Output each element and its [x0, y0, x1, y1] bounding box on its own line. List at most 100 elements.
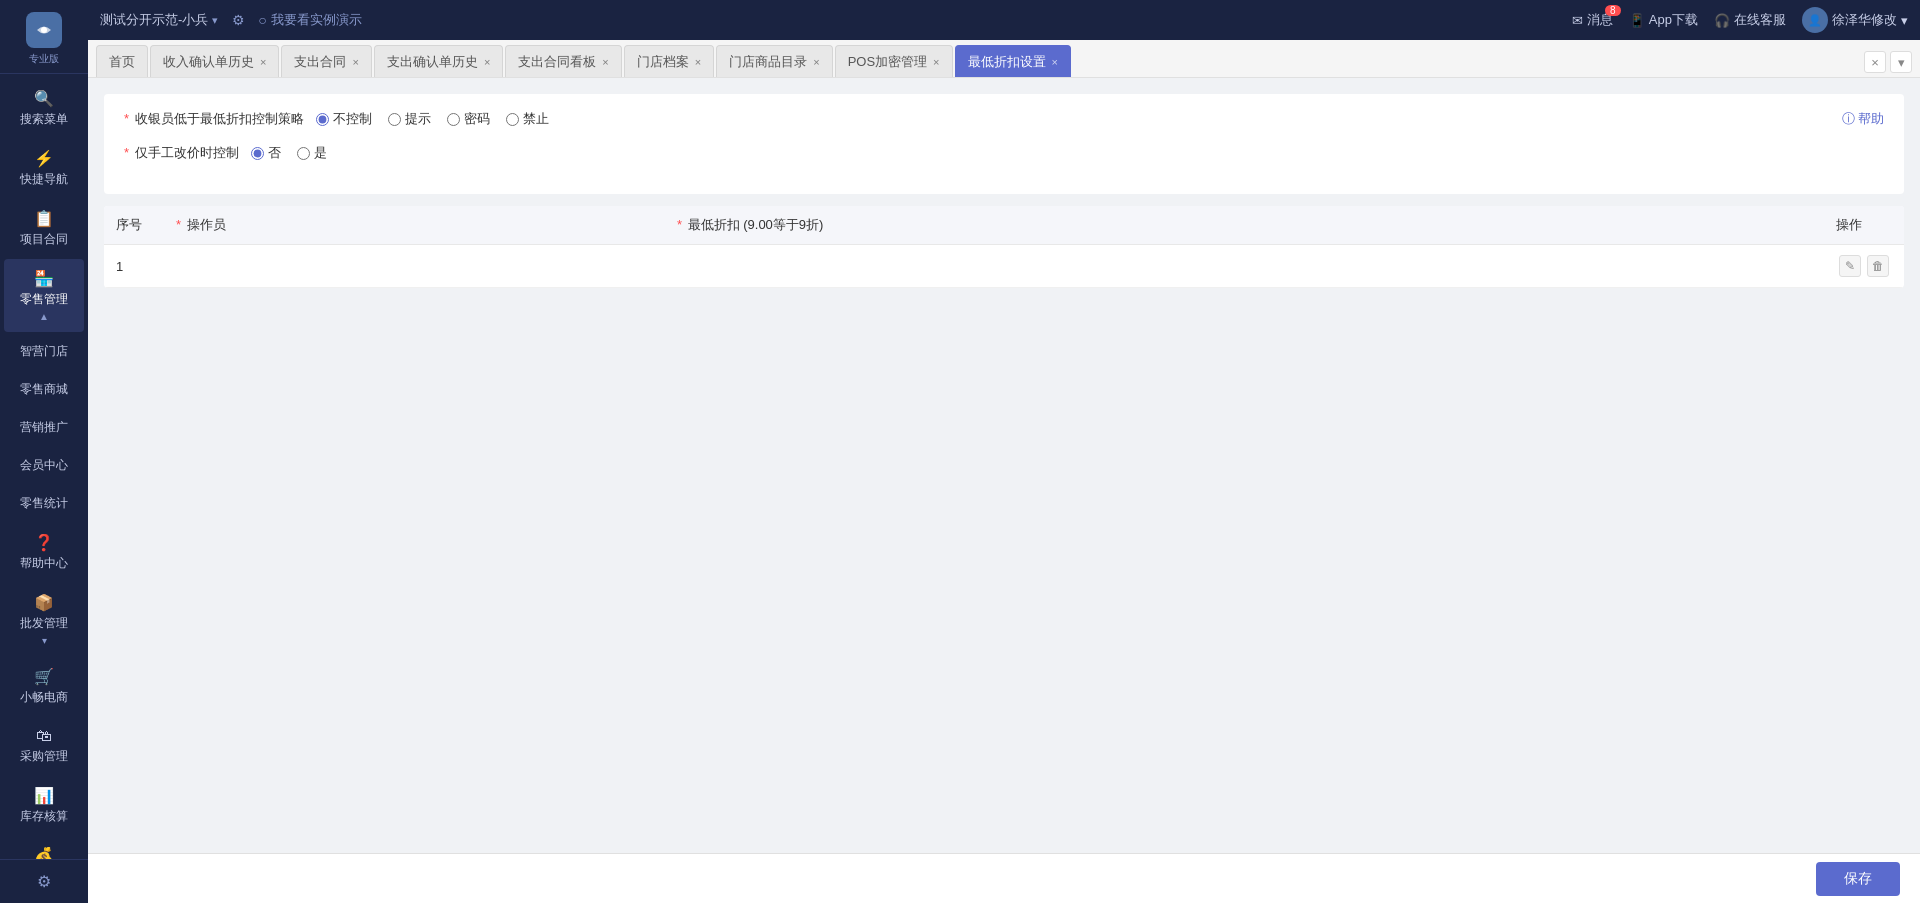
manual-control-options: 否 是 [251, 144, 327, 162]
sidebar-item-label: 小畅电商 [20, 689, 68, 706]
app-download-button[interactable]: 📱 App下载 [1629, 11, 1698, 29]
required-mark: * [124, 145, 129, 160]
help-button[interactable]: ⓘ 帮助 [1842, 110, 1884, 128]
tab-close-all-button[interactable]: × [1864, 51, 1886, 73]
required-mark: * [124, 111, 129, 126]
sidebar-item-label: 智营门店 [20, 343, 68, 360]
sidebar-item-label: 帮助中心 [20, 555, 68, 572]
sidebar-item-help[interactable]: ❓ 帮助中心 [4, 523, 84, 582]
user-name: 徐泽华修改 [1832, 11, 1897, 29]
sidebar-item-inventory[interactable]: 📊 库存核算 [4, 776, 84, 835]
policy-no-control[interactable]: 不控制 [316, 110, 372, 128]
tab-close-icon[interactable]: × [602, 56, 608, 68]
manual-control-label: * 仅手工改价时控制 [124, 144, 239, 162]
tab-home[interactable]: 首页 [96, 45, 148, 77]
manual-yes-label: 是 [314, 144, 327, 162]
sidebar-item-label: 零售统计 [20, 495, 68, 512]
row-delete-button[interactable]: 🗑 [1867, 255, 1889, 277]
policy-no-control-label: 不控制 [333, 110, 372, 128]
capital-icon: 💰 [34, 846, 54, 859]
policy-forbid-radio[interactable] [506, 113, 519, 126]
topbar-settings-button[interactable]: ⚙ [226, 8, 250, 32]
sidebar-item-search[interactable]: 🔍 搜索菜单 [4, 79, 84, 138]
demo-label: 我要看实例演示 [271, 11, 362, 29]
manual-no-radio[interactable] [251, 147, 264, 160]
sidebar-item-retail-mall[interactable]: 零售商城 [4, 371, 84, 408]
user-profile-button[interactable]: 👤 徐泽华修改 ▾ [1802, 7, 1908, 33]
tab-close-icon[interactable]: × [695, 56, 701, 68]
row-edit-button[interactable]: ✎ [1839, 255, 1861, 277]
tab-menu-button[interactable]: ▾ [1890, 51, 1912, 73]
tab-min-discount[interactable]: 最低折扣设置 × [955, 45, 1071, 77]
download-icon: 📱 [1629, 13, 1645, 28]
tabbar-controls: × ▾ [1864, 51, 1912, 77]
save-button[interactable]: 保存 [1816, 862, 1900, 896]
sidebar-item-label: 项目合同 [20, 231, 68, 248]
cell-min-discount [665, 245, 1824, 288]
policy-remind-radio[interactable] [388, 113, 401, 126]
tab-label: 门店商品目录 [729, 53, 807, 71]
customer-service-label: 在线客服 [1734, 11, 1786, 29]
tab-close-icon[interactable]: × [260, 56, 266, 68]
col-header-seq: 序号 [104, 206, 164, 245]
col-header-action: 操作 [1824, 206, 1904, 245]
manual-yes[interactable]: 是 [297, 144, 327, 162]
policy-password[interactable]: 密码 [447, 110, 490, 128]
project-selector[interactable]: 测试分开示范-小兵 ▾ [100, 11, 218, 29]
manual-no[interactable]: 否 [251, 144, 281, 162]
main-content: 测试分开示范-小兵 ▾ ⚙ ○ 我要看实例演示 ✉ 消息 8 📱 App下载 🎧… [88, 0, 1920, 903]
sidebar-item-ecommerce[interactable]: 🛒 小畅电商 [4, 657, 84, 716]
service-icon: 🎧 [1714, 13, 1730, 28]
topbar-demo-button[interactable]: ○ 我要看实例演示 [258, 11, 361, 29]
tab-close-icon[interactable]: × [813, 56, 819, 68]
customer-service-button[interactable]: 🎧 在线客服 [1714, 11, 1786, 29]
sidebar-item-marketing[interactable]: 营销推广 [4, 409, 84, 446]
project-chevron-icon: ▾ [212, 14, 218, 27]
sidebar-item-project-contract[interactable]: 📋 项目合同 [4, 199, 84, 258]
manual-yes-radio[interactable] [297, 147, 310, 160]
cell-action: ✎ 🗑 [1824, 245, 1904, 288]
sidebar-item-purchase[interactable]: 🛍 采购管理 [4, 717, 84, 775]
tab-close-icon[interactable]: × [352, 56, 358, 68]
tab-income-confirm[interactable]: 收入确认单历史 × [150, 45, 279, 77]
sidebar-settings-button[interactable]: ⚙ [37, 872, 51, 891]
sidebar-item-retail[interactable]: 🏪 零售管理 ▲ [4, 259, 84, 332]
tab-close-icon[interactable]: × [484, 56, 490, 68]
avatar: 👤 [1802, 7, 1828, 33]
policy-no-control-radio[interactable] [316, 113, 329, 126]
sidebar-item-retail-stats[interactable]: 零售统计 [4, 485, 84, 522]
tab-label: 支出合同看板 [518, 53, 596, 71]
tab-store-goods[interactable]: 门店商品目录 × [716, 45, 832, 77]
logo-icon [26, 12, 62, 48]
sidebar-item-label: 批发管理 [20, 615, 68, 632]
sidebar-item-label: 零售商城 [20, 381, 68, 398]
policy-forbid[interactable]: 禁止 [506, 110, 549, 128]
sidebar-item-capital[interactable]: 💰 资金管理 [4, 836, 84, 859]
tab-store-file[interactable]: 门店档案 × [624, 45, 714, 77]
app-edition: 专业版 [29, 52, 59, 65]
policy-remind[interactable]: 提示 [388, 110, 431, 128]
tab-payment-confirm[interactable]: 支出确认单历史 × [374, 45, 503, 77]
table-header-row: 序号 * 操作员 * 最低折扣 (9.00等于9折) 操作 [104, 206, 1904, 245]
sidebar-item-wholesale[interactable]: 📦 批发管理 ▾ [4, 583, 84, 656]
tab-payment-board[interactable]: 支出合同看板 × [505, 45, 621, 77]
sidebar-item-label: 快捷导航 [20, 171, 68, 188]
sidebar-item-label: 搜索菜单 [20, 111, 68, 128]
message-icon: ✉ [1572, 13, 1583, 28]
manual-no-label: 否 [268, 144, 281, 162]
message-button[interactable]: ✉ 消息 8 [1572, 11, 1613, 29]
sidebar-menu: 🔍 搜索菜单 ⚡ 快捷导航 📋 项目合同 🏪 零售管理 ▲ 智营门店 零售商城 … [0, 74, 88, 859]
tab-close-icon[interactable]: × [933, 56, 939, 68]
sidebar-bottom: ⚙ [0, 859, 88, 903]
tab-pos-password[interactable]: POS加密管理 × [835, 45, 953, 77]
tab-payment-contract[interactable]: 支出合同 × [281, 45, 371, 77]
tab-close-icon[interactable]: × [1052, 56, 1058, 68]
sidebar-item-member[interactable]: 会员中心 [4, 447, 84, 484]
policy-password-label: 密码 [464, 110, 490, 128]
sidebar-item-smart-store[interactable]: 智营门店 [4, 333, 84, 370]
sidebar-item-label: 采购管理 [20, 748, 68, 765]
row-action-buttons: ✎ 🗑 [1836, 255, 1892, 277]
sidebar-item-shortcut[interactable]: ⚡ 快捷导航 [4, 139, 84, 198]
policy-password-radio[interactable] [447, 113, 460, 126]
sidebar: 专业版 🔍 搜索菜单 ⚡ 快捷导航 📋 项目合同 🏪 零售管理 ▲ 智营门店 零… [0, 0, 88, 903]
